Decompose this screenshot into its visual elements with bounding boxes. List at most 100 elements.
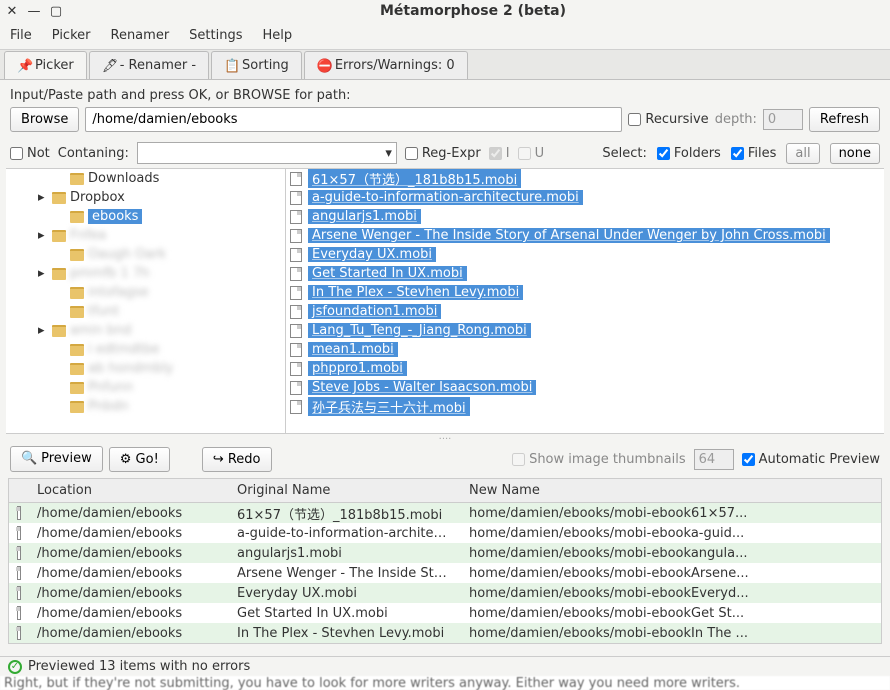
tab-errors[interactable]: ⛔ Errors/Warnings: 0 <box>304 51 468 79</box>
file-icon <box>290 324 302 338</box>
not-checkbox[interactable]: Not <box>10 146 50 161</box>
expand-icon[interactable]: ▸ <box>38 266 48 281</box>
document-icon <box>9 546 29 560</box>
tree-item[interactable]: i edtmdtbe <box>6 340 285 359</box>
select-all-button[interactable]: all <box>786 143 819 164</box>
file-item[interactable]: angularjs1.mobi <box>286 207 884 226</box>
tree-label: Pnbdn <box>88 399 129 414</box>
folder-icon <box>70 344 84 356</box>
cell-original: Arsene Wenger - The Inside Story of ... <box>229 566 461 581</box>
file-icon <box>290 362 302 376</box>
folders-checkbox[interactable]: Folders <box>657 146 721 161</box>
cell-newname: home/damien/ebooks/mobi-ebookArsene... <box>461 566 881 581</box>
recursive-checkbox[interactable]: Recursive <box>628 112 708 127</box>
col-newname[interactable]: New Name <box>461 479 881 502</box>
table-row[interactable]: /home/damien/ebooksEveryday UX.mobihome/… <box>9 583 881 603</box>
file-item[interactable]: 61×57（节选）_181b8b15.mobi <box>286 169 884 188</box>
menu-file[interactable]: File <box>10 28 32 43</box>
cell-original: angularjs1.mobi <box>229 546 461 561</box>
file-label: jsfoundation1.mobi <box>308 304 441 319</box>
menu-picker[interactable]: Picker <box>52 28 91 43</box>
file-item[interactable]: jsfoundation1.mobi <box>286 302 884 321</box>
folder-tree[interactable]: Downloads▸Dropboxebooks▸FnfeaOaugh Oark▸… <box>6 169 286 433</box>
tree-item[interactable]: ▸pmmfb 1 7h <box>6 264 285 283</box>
file-item[interactable]: Steve Jobs - Walter Isaacson.mobi <box>286 378 884 397</box>
tree-item[interactable]: ▸Fnfea <box>6 226 285 245</box>
tab-sorting[interactable]: 📋 Sorting <box>211 51 302 79</box>
refresh-button[interactable]: Refresh <box>809 107 880 132</box>
folder-icon <box>52 268 66 280</box>
file-item[interactable]: a-guide-to-information-architecture.mobi <box>286 188 884 207</box>
menu-help[interactable]: Help <box>263 28 293 43</box>
table-row[interactable]: /home/damien/ebooksa-guide-to-informatio… <box>9 523 881 543</box>
tree-item[interactable]: Pnbdn <box>6 397 285 416</box>
table-row[interactable]: /home/damien/ebooksGet Started In UX.mob… <box>9 603 881 623</box>
file-item[interactable]: Get Started In UX.mobi <box>286 264 884 283</box>
containing-combo[interactable]: ▾ <box>137 142 397 164</box>
menu-renamer[interactable]: Renamer <box>111 28 170 43</box>
tree-label: amin bnd <box>70 323 131 338</box>
col-location[interactable]: Location <box>29 479 229 502</box>
file-label: 61×57（节选）_181b8b15.mobi <box>308 169 521 188</box>
maximize-icon[interactable]: ▢ <box>50 5 62 17</box>
window-title: Métamorphose 2 (beta) <box>62 3 884 19</box>
table-row[interactable]: /home/damien/ebooksIn The Plex - Stevhen… <box>9 623 881 643</box>
cell-original: 61×57（节选）_181b8b15.mobi <box>229 504 461 523</box>
cutoff-text: Right, but if they're not submitting, yo… <box>0 676 890 690</box>
file-list[interactable]: 61×57（节选）_181b8b15.mobi a-guide-to-inform… <box>286 169 884 433</box>
tree-label: intofagse <box>88 285 148 300</box>
expand-icon[interactable]: ▸ <box>38 323 48 338</box>
folder-icon <box>52 325 66 337</box>
tree-item[interactable]: intofagse <box>6 283 285 302</box>
file-item[interactable]: mean1.mobi <box>286 340 884 359</box>
file-item[interactable]: Everyday UX.mobi <box>286 245 884 264</box>
close-icon[interactable]: ✕ <box>6 5 18 17</box>
tree-item[interactable]: ab hondmbly <box>6 359 285 378</box>
file-item[interactable]: Lang_Tu_Teng_-_Jiang_Rong.mobi <box>286 321 884 340</box>
table-row[interactable]: /home/damien/ebooks61×57（节选）_181b8b15.mo… <box>9 503 881 523</box>
tab-renamer[interactable]: 🖋 - Renamer - <box>89 51 209 79</box>
chevron-down-icon: ▾ <box>385 146 392 161</box>
tree-item[interactable]: Downloads <box>6 169 285 188</box>
redo-icon: ↪ <box>213 452 224 467</box>
tree-item[interactable]: Pnfunn <box>6 378 285 397</box>
expand-icon[interactable]: ▸ <box>38 190 48 205</box>
document-icon <box>9 566 29 580</box>
tree-item[interactable]: ▸ amin bnd <box>6 321 285 340</box>
cell-original: Everyday UX.mobi <box>229 586 461 601</box>
col-original[interactable]: Original Name <box>229 479 461 502</box>
file-label: Get Started In UX.mobi <box>308 266 467 281</box>
file-icon <box>290 267 302 281</box>
file-item[interactable]: 孙子兵法与三十六计.mobi <box>286 397 884 416</box>
minimize-icon[interactable]: — <box>28 5 40 17</box>
table-row[interactable]: /home/damien/ebooksArsene Wenger - The I… <box>9 563 881 583</box>
select-none-button[interactable]: none <box>830 143 880 164</box>
document-icon <box>9 626 29 640</box>
menu-settings[interactable]: Settings <box>189 28 242 43</box>
redo-button[interactable]: ↪ Redo <box>202 447 272 472</box>
expand-icon[interactable]: ▸ <box>38 228 48 243</box>
go-button[interactable]: ⚙ Go! <box>109 447 170 472</box>
tree-item[interactable]: ebooks <box>6 207 285 226</box>
table-row[interactable]: /home/damien/ebooksangularjs1.mobihome/d… <box>9 543 881 563</box>
tree-item[interactable]: Oaugh Oark <box>6 245 285 264</box>
file-item[interactable]: Arsene Wenger - The Inside Story of Arse… <box>286 226 884 245</box>
cell-location: /home/damien/ebooks <box>29 506 229 521</box>
tab-picker[interactable]: 📌 Picker <box>4 51 87 79</box>
browse-button[interactable]: Browse <box>10 107 79 132</box>
preview-button[interactable]: 🔍 Preview <box>10 446 103 472</box>
file-label: a-guide-to-information-architecture.mobi <box>308 190 583 205</box>
cell-location: /home/damien/ebooks <box>29 586 229 601</box>
path-input[interactable] <box>85 107 622 132</box>
files-checkbox[interactable]: Files <box>731 146 777 161</box>
auto-preview-checkbox[interactable]: Automatic Preview <box>742 452 880 467</box>
cell-original: In The Plex - Stevhen Levy.mobi <box>229 626 461 641</box>
file-item[interactable]: In The Plex - Stevhen Levy.mobi <box>286 283 884 302</box>
depth-spinner: 0 <box>763 109 803 130</box>
tree-item[interactable]: tfunt <box>6 302 285 321</box>
file-item[interactable]: phppro1.mobi <box>286 359 884 378</box>
tree-item[interactable]: ▸Dropbox <box>6 188 285 207</box>
folder-icon <box>70 173 84 185</box>
folder-icon <box>52 192 66 204</box>
regex-checkbox[interactable]: Reg-Expr <box>405 146 481 161</box>
